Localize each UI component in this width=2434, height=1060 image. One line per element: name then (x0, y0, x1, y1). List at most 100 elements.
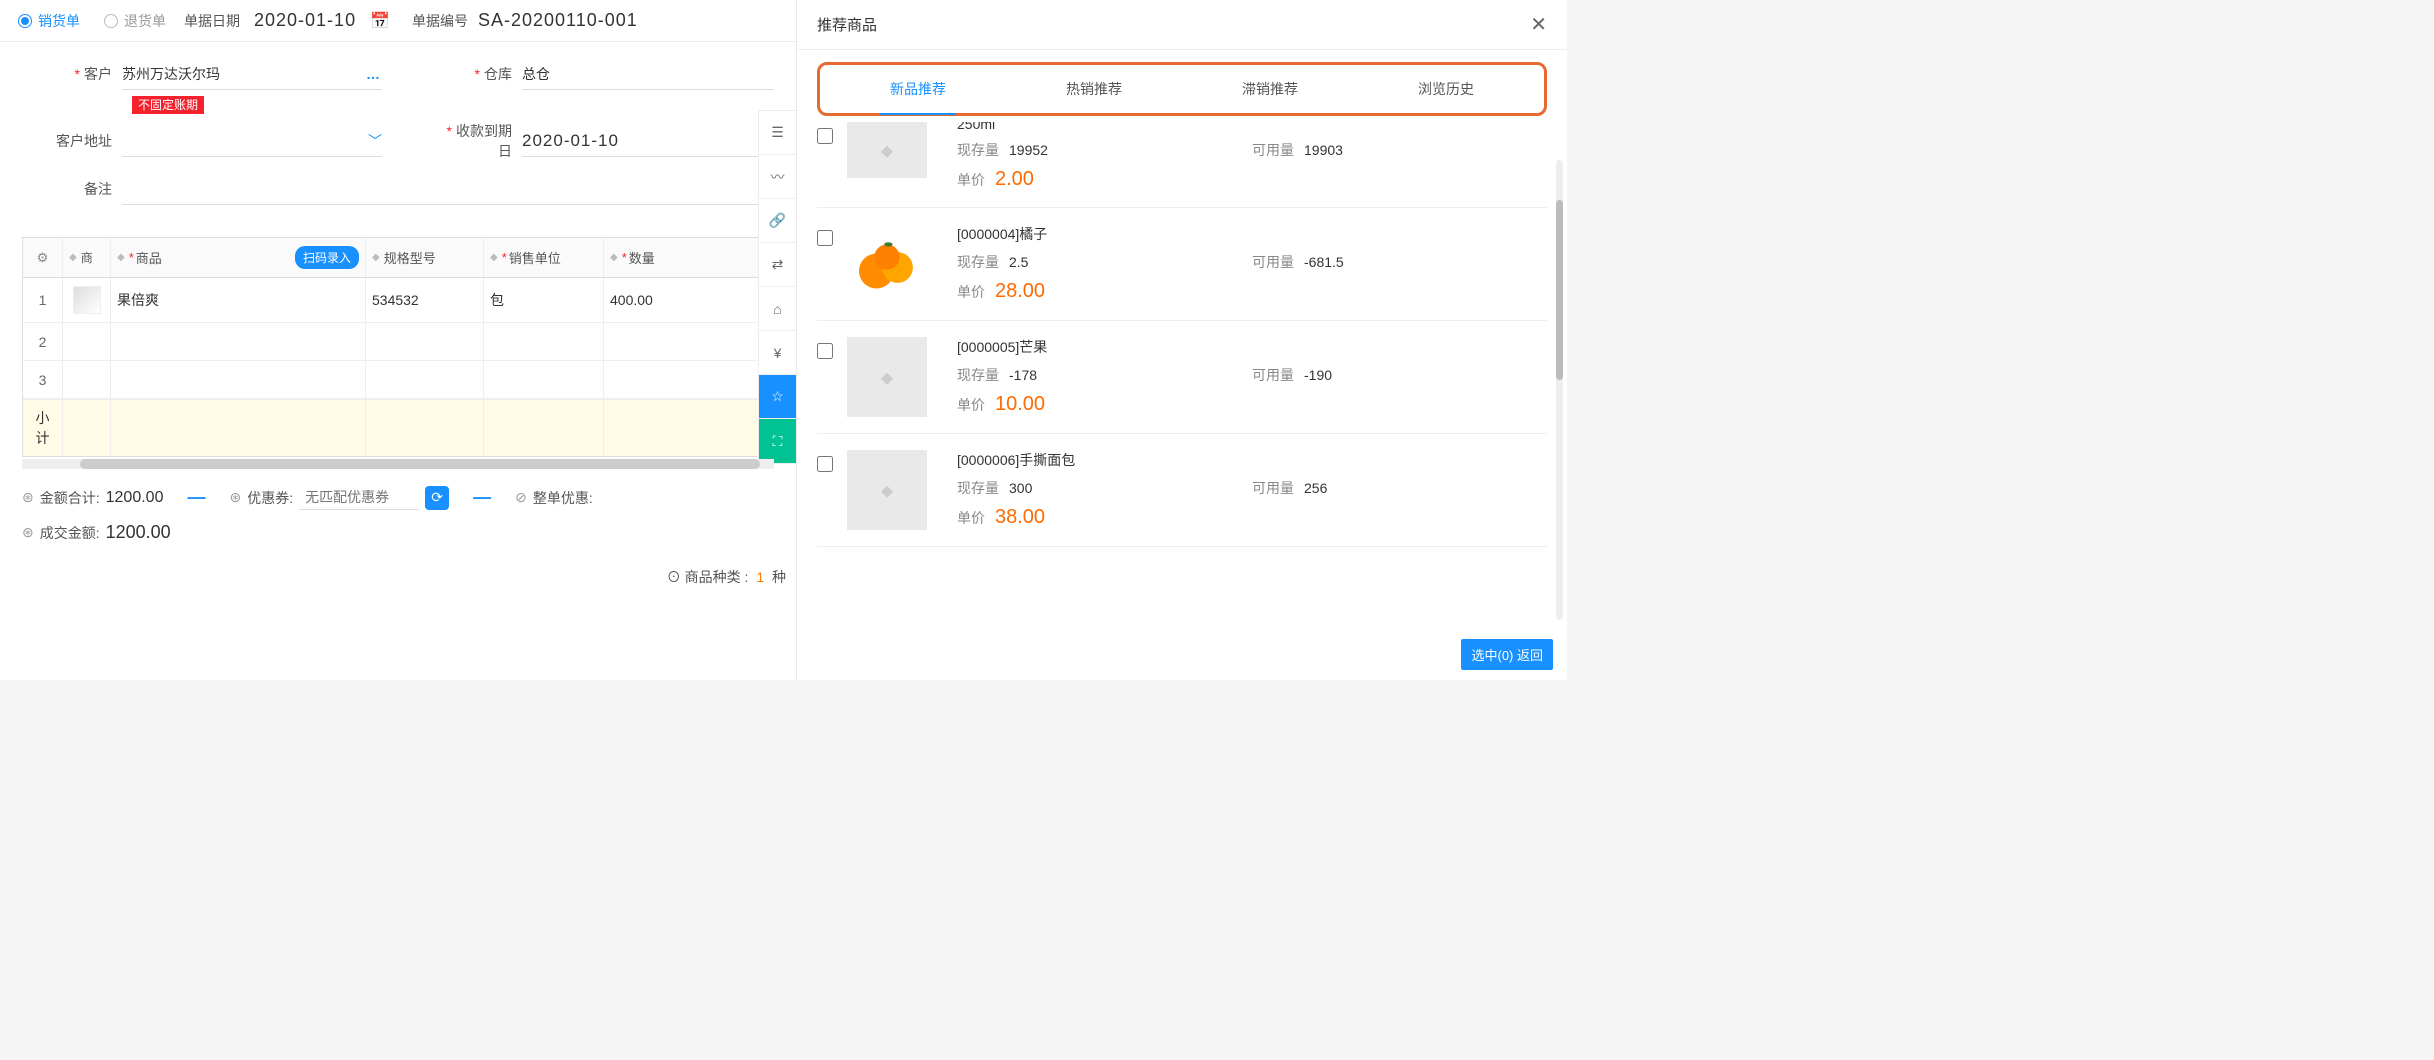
row-qty[interactable]: 400.00 (604, 278, 773, 322)
table-row[interactable]: 1 果倍爽 534532 包 400.00 (23, 278, 773, 323)
horizontal-scrollbar[interactable] (22, 459, 774, 469)
toolbar-chart-icon[interactable]: 〰 (759, 155, 796, 199)
select-return-button[interactable]: 选中(0) 返回 (1461, 639, 1553, 670)
total-label: 金额合计: (40, 488, 100, 508)
customer-label: *客户 (22, 64, 122, 84)
item-name: [0000004]橘子 (957, 224, 1547, 244)
total-value: 1200.00 (106, 489, 164, 507)
doc-number-value: SA-20200110-001 (478, 10, 638, 31)
row-index: 1 (23, 278, 63, 322)
product-orange-icon (847, 224, 927, 304)
toolbar-currency-icon[interactable]: ¥ (759, 331, 796, 375)
coupon-label: 优惠券: (247, 488, 293, 508)
row-unit[interactable]: 包 (484, 278, 604, 322)
tab-slow[interactable]: 滞销推荐 (1232, 73, 1308, 105)
duedate-label: *收款到期日 (442, 121, 522, 161)
toolbar-receipt-icon[interactable]: ⌂ (759, 287, 796, 331)
tab-hot[interactable]: 热销推荐 (1056, 73, 1132, 105)
row-index: 3 (23, 361, 63, 398)
recommend-item[interactable]: ⬩ [0000005]芒果 现存量-178 可用量-190 单价10.00 (817, 321, 1547, 434)
item-avail: -190 (1304, 367, 1332, 383)
sort-icon[interactable]: ◆ (117, 252, 125, 263)
toolbar-expand-icon[interactable]: ⛶ (759, 419, 796, 463)
duedate-value[interactable]: 2020-01-10 (522, 131, 619, 151)
row-index: 2 (23, 323, 63, 360)
coupon-input[interactable] (299, 485, 419, 510)
item-price: 38.00 (995, 506, 1045, 529)
currency-icon: ⊛ (22, 489, 34, 506)
warehouse-value[interactable]: 总仓 (522, 64, 550, 84)
minus-icon: — (473, 487, 491, 508)
close-icon[interactable]: ✕ (1530, 12, 1547, 37)
item-price: 2.00 (995, 168, 1034, 191)
radio-sales-order[interactable]: 销货单 (18, 11, 80, 31)
item-avail: 256 (1304, 480, 1327, 496)
toolbar-star-icon[interactable]: ☆ (759, 375, 796, 419)
coupon-icon: ⊛ (229, 489, 241, 506)
col-qty-label: 数量 (629, 248, 655, 267)
table-row[interactable]: 2 (23, 323, 773, 361)
note-label: 备注 (22, 179, 122, 199)
item-avail: -681.5 (1304, 254, 1344, 270)
item-name: [0000005]芒果 (957, 337, 1547, 357)
kinds-num: 1 (756, 569, 764, 585)
refresh-coupon-icon[interactable]: ⟳ (425, 486, 449, 510)
tab-new[interactable]: 新品推荐 (880, 73, 956, 105)
recommend-item[interactable]: ⬩ 250ml 现存量19952 可用量19903 单价2.00 (817, 122, 1547, 208)
doc-number-label: 单据编号 (412, 11, 468, 31)
col-spec-label: 规格型号 (384, 248, 436, 267)
kinds-suffix: 种 (772, 569, 786, 585)
tab-history[interactable]: 浏览历史 (1408, 73, 1484, 105)
kinds-icon: ⊙ (667, 569, 681, 585)
recommend-item[interactable]: ⬩ [0000006]手撕面包 现存量300 可用量256 单价38.00 (817, 434, 1547, 547)
calendar-icon[interactable]: 📅 (370, 11, 390, 31)
doc-date-label: 单据日期 (184, 11, 240, 31)
item-price: 10.00 (995, 393, 1045, 416)
row-product[interactable]: 果倍爽 (111, 278, 366, 322)
warehouse-label: *仓库 (442, 64, 522, 84)
product-thumb-icon (73, 286, 101, 314)
col-pic-label: 商 (81, 249, 93, 266)
item-checkbox[interactable] (817, 343, 833, 359)
grid-settings-icon[interactable]: ⚙ (23, 238, 63, 277)
sort-icon[interactable]: ◆ (372, 252, 380, 263)
address-chevron-icon[interactable]: ﹀ (368, 131, 382, 151)
table-row[interactable]: 3 (23, 361, 773, 399)
customer-value[interactable]: 苏州万达沃尔玛 (122, 64, 220, 84)
item-name: [0000006]手撕面包 (957, 450, 1547, 470)
toolbar-list-icon[interactable]: ☰ (759, 111, 796, 155)
doc-date-value[interactable]: 2020-01-10 (254, 10, 356, 31)
account-period-badge: 不固定账期 (132, 96, 204, 114)
col-product-label: 商品 (136, 248, 162, 267)
sort-icon[interactable]: ◆ (490, 252, 498, 263)
sort-icon[interactable]: ◆ (610, 252, 618, 263)
col-unit-label: 销售单位 (509, 248, 561, 267)
product-placeholder-icon: ⬩ (847, 450, 927, 530)
toolbar-swap-icon[interactable]: ⇄ (759, 243, 796, 287)
kinds-label: 商品种类 : (685, 569, 749, 585)
item-stock: 19952 (1009, 142, 1048, 158)
toolbar-link-icon[interactable]: 🔗 (759, 199, 796, 243)
row-spec[interactable]: 534532 (366, 278, 484, 322)
vertical-scrollbar[interactable] (1556, 160, 1563, 620)
radio-return-order[interactable]: 退货单 (104, 11, 166, 31)
scan-input-chip[interactable]: 扫码录入 (295, 246, 359, 269)
customer-picker-icon[interactable]: … (366, 66, 382, 82)
subtotal-label: 小计 (23, 400, 63, 456)
item-checkbox[interactable] (817, 456, 833, 472)
address-label: 客户地址 (22, 131, 122, 151)
product-placeholder-icon: ⬩ (847, 122, 927, 178)
sort-icon[interactable]: ◆ (69, 252, 77, 263)
product-placeholder-icon: ⬩ (847, 337, 927, 417)
radio-return-label: 退货单 (124, 11, 166, 31)
deal-icon: ⊛ (22, 524, 34, 541)
item-checkbox[interactable] (817, 230, 833, 246)
minus-icon: — (187, 487, 205, 508)
item-name: 250ml (957, 122, 1547, 132)
item-checkbox[interactable] (817, 128, 833, 144)
item-stock: 2.5 (1009, 254, 1028, 270)
discount-icon: ⊘ (515, 489, 527, 506)
item-price: 28.00 (995, 280, 1045, 303)
recommend-item[interactable]: [0000004]橘子 现存量2.5 可用量-681.5 单价28.00 (817, 208, 1547, 321)
discount-label: 整单优惠: (533, 488, 593, 508)
